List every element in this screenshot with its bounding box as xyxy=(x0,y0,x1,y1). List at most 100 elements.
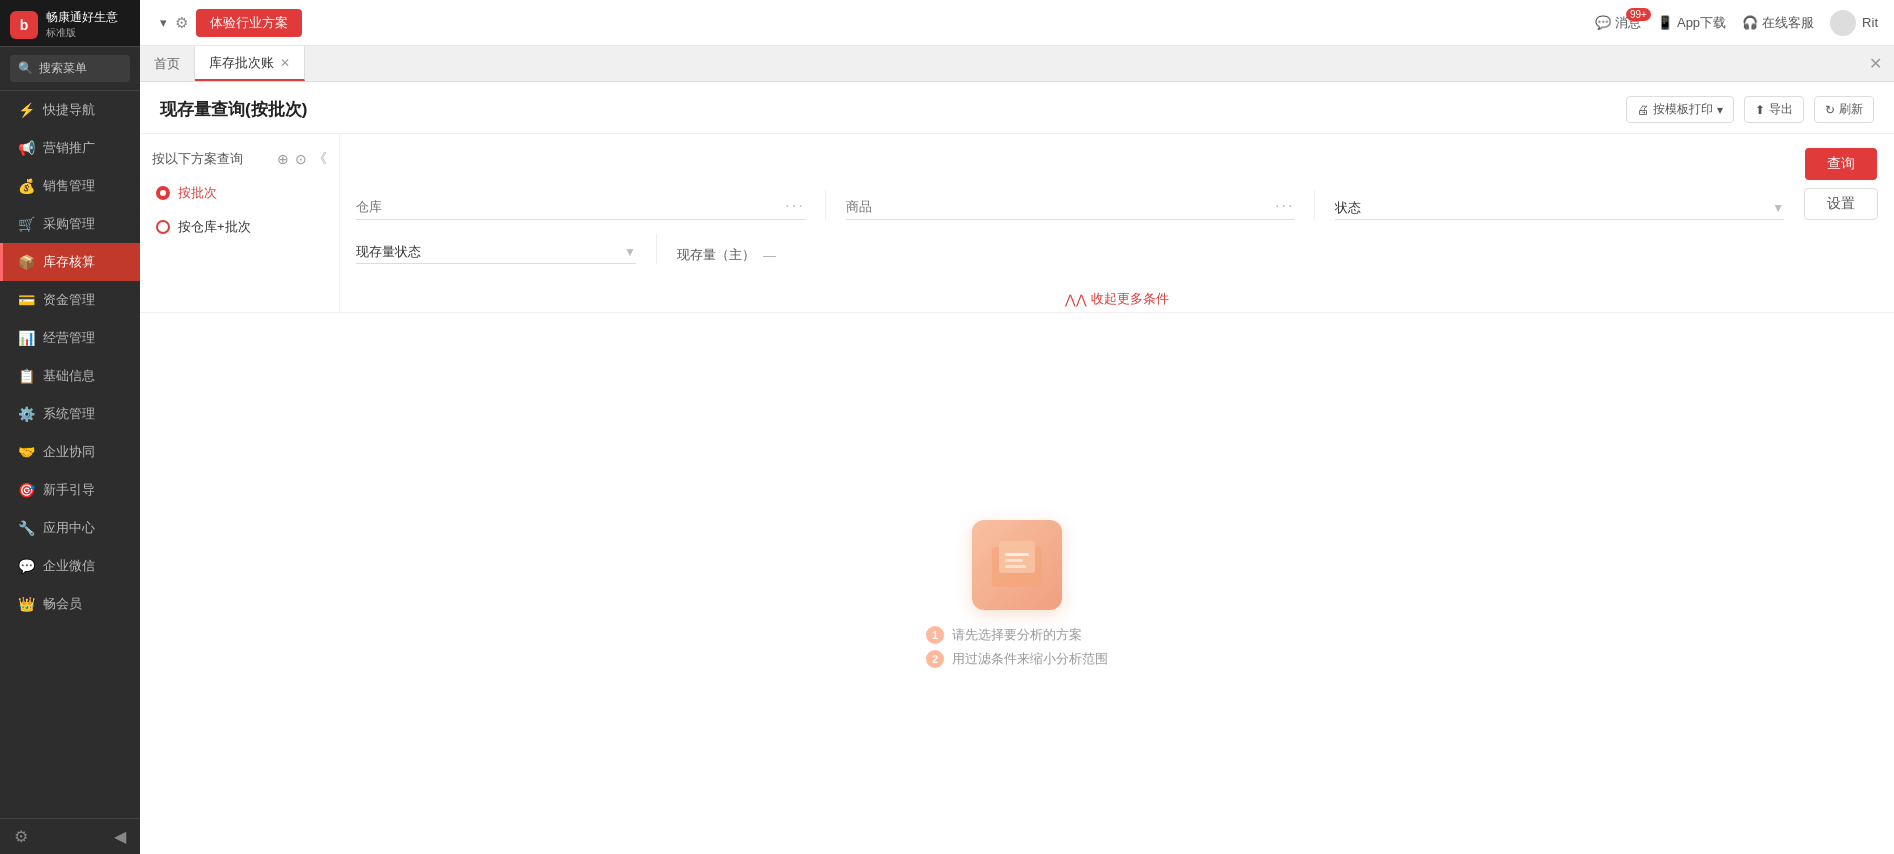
marketing-icon: 📢 xyxy=(17,139,35,157)
tab-home-label: 首页 xyxy=(154,55,180,73)
plan-item-batch[interactable]: 按批次 xyxy=(140,176,339,210)
app-logo: b xyxy=(10,11,38,39)
sidebar-item-marketing[interactable]: 📢 营销推广 xyxy=(0,129,140,167)
sidebar-item-purchase[interactable]: 🛒 采购管理 xyxy=(0,205,140,243)
collapse-plan-icon[interactable]: 《 xyxy=(313,150,327,168)
headset-icon: 🎧 xyxy=(1742,15,1758,30)
sidebar-item-guide[interactable]: 🎯 新手引导 xyxy=(0,471,140,509)
sidebar-item-inventory[interactable]: 📦 库存核算 xyxy=(0,243,140,281)
product-field: ··· xyxy=(846,197,1295,220)
tab-inventory-batch[interactable]: 库存批次账 ✕ xyxy=(195,46,305,81)
sidebar-item-quick-nav[interactable]: ⚡ 快捷导航 xyxy=(0,91,140,129)
sidebar-item-label-marketing: 营销推广 xyxy=(43,139,95,157)
export-label: 导出 xyxy=(1769,101,1793,118)
filter-settings-button[interactable]: 设置 xyxy=(1804,188,1878,220)
settings-plan-icon[interactable]: ⊙ xyxy=(295,151,307,167)
export-button[interactable]: ⬆ 导出 xyxy=(1744,96,1804,123)
close-all-tabs-button[interactable]: ✕ xyxy=(1857,54,1894,73)
product-dots[interactable]: ··· xyxy=(1275,197,1294,215)
messages-badge: 99+ xyxy=(1626,8,1651,21)
avatar xyxy=(1830,10,1856,36)
refresh-icon: ↻ xyxy=(1825,103,1835,117)
hint-num-2: 2 xyxy=(926,650,944,668)
tab-close-icon[interactable]: ✕ xyxy=(280,56,290,70)
sidebar-item-member[interactable]: 👑 畅会员 xyxy=(0,585,140,623)
content-area: 现存量查询(按批次) 🖨 按模板打印 ▾ ⬆ 导出 ↻ 刷新 xyxy=(140,82,1894,854)
warehouse-input-wrap: ··· xyxy=(356,197,805,220)
query-button[interactable]: 查询 xyxy=(1805,148,1877,180)
plan-label-warehouse-batch: 按仓库+批次 xyxy=(178,218,251,236)
guide-icon: 🎯 xyxy=(17,481,35,499)
settings-footer-icon[interactable]: ⚙ xyxy=(14,827,28,846)
plan-dot-inner xyxy=(160,190,166,196)
status-chevron-icon: ▼ xyxy=(1772,201,1784,215)
sidebar-nav: ⚡ 快捷导航 📢 营销推广 💰 销售管理 🛒 采购管理 📦 库存核算 💳 资金管… xyxy=(0,91,140,818)
topbar: ▾ ⚙ 体验行业方案 💬 消息 99+ 📱 App下载 🎧 在线客服 Rit xyxy=(140,0,1894,46)
warehouse-field: ··· xyxy=(356,197,805,220)
sidebar-item-label-guide: 新手引导 xyxy=(43,481,95,499)
tab-inventory-batch-label: 库存批次账 xyxy=(209,54,274,72)
collapse-sidebar-icon[interactable]: ◀ xyxy=(114,827,126,846)
filter-sidebar: 按以下方案查询 ⊕ ⊙ 《 按批次 xyxy=(140,134,340,312)
collapse-up-icon: ⋀⋀ xyxy=(1065,292,1087,307)
messages-icon: 💬 xyxy=(1595,15,1611,30)
empty-hints: 1 请先选择要分析的方案 2 用过滤条件来缩小分析范围 xyxy=(926,626,1108,668)
sidebar-item-wechat[interactable]: 💬 企业微信 xyxy=(0,547,140,585)
sidebar-item-label-purchase: 采购管理 xyxy=(43,215,95,233)
sidebar-item-operations[interactable]: 📊 经营管理 xyxy=(0,319,140,357)
refresh-button[interactable]: ↻ 刷新 xyxy=(1814,96,1874,123)
sidebar-item-basics[interactable]: 📋 基础信息 xyxy=(0,357,140,395)
stock-status-select[interactable]: 现存量状态 xyxy=(356,244,624,259)
sidebar-item-sales[interactable]: 💰 销售管理 xyxy=(0,167,140,205)
sidebar-item-apps[interactable]: 🔧 应用中心 xyxy=(0,509,140,547)
topbar-dropdown[interactable]: ▾ xyxy=(156,15,167,30)
enterprise-icon: 🤝 xyxy=(17,443,35,461)
warehouse-input[interactable] xyxy=(356,199,779,214)
sidebar-item-label-system: 系统管理 xyxy=(43,405,95,423)
sidebar-item-label-inventory: 库存核算 xyxy=(43,253,95,271)
user-menu[interactable]: Rit xyxy=(1830,10,1878,36)
svg-rect-1 xyxy=(999,541,1035,573)
app-download-button[interactable]: 📱 App下载 xyxy=(1657,14,1726,32)
add-plan-icon[interactable]: ⊕ xyxy=(277,151,289,167)
status-select[interactable]: 状态 xyxy=(1335,200,1772,215)
online-service-button[interactable]: 🎧 在线客服 xyxy=(1742,14,1814,32)
sidebar-item-label-sales: 销售管理 xyxy=(43,177,95,195)
topbar-gear-icon[interactable]: ⚙ xyxy=(175,14,188,32)
basics-icon: 📋 xyxy=(17,367,35,385)
topbar-right: 💬 消息 99+ 📱 App下载 🎧 在线客服 Rit xyxy=(1595,10,1878,36)
dropdown-chevron-icon: ▾ xyxy=(160,15,167,30)
print-button[interactable]: 🖨 按模板打印 ▾ xyxy=(1626,96,1734,123)
stock-amount-label: 现存量（主） xyxy=(677,246,755,264)
sidebar-item-finance[interactable]: 💳 资金管理 xyxy=(0,281,140,319)
system-icon: ⚙️ xyxy=(17,405,35,423)
tab-home[interactable]: 首页 xyxy=(140,46,195,81)
plan-item-warehouse-batch[interactable]: 按仓库+批次 xyxy=(140,210,339,244)
plan-dot-batch xyxy=(156,186,170,200)
sidebar-item-label-quick-nav: 快捷导航 xyxy=(43,101,95,119)
stock-status-field: 现存量状态 ▼ xyxy=(356,244,636,264)
tabbar: 首页 库存批次账 ✕ ✕ xyxy=(140,46,1894,82)
sidebar-item-label-finance: 资金管理 xyxy=(43,291,95,309)
page-title: 现存量查询(按批次) xyxy=(160,98,307,121)
user-name: Rit xyxy=(1862,15,1878,30)
messages-button[interactable]: 💬 消息 99+ xyxy=(1595,14,1641,32)
sidebar-item-enterprise[interactable]: 🤝 企业协同 xyxy=(0,433,140,471)
collapse-filters-button[interactable]: ⋀⋀ 收起更多条件 xyxy=(356,286,1878,312)
sidebar-search-button[interactable]: 🔍 搜索菜单 xyxy=(10,55,130,82)
product-input[interactable] xyxy=(846,199,1269,214)
experience-button[interactable]: 体验行业方案 xyxy=(196,9,302,37)
sidebar-header: b 畅康通好生意 标准版 xyxy=(0,0,140,47)
stock-status-chevron-icon: ▼ xyxy=(624,245,636,259)
search-label: 搜索菜单 xyxy=(39,60,87,77)
warehouse-dots[interactable]: ··· xyxy=(785,197,804,215)
stock-status-select-wrap: 现存量状态 ▼ xyxy=(356,244,636,264)
inventory-icon: 📦 xyxy=(17,253,35,271)
sidebar-search-wrap: 🔍 搜索菜单 xyxy=(0,47,140,91)
search-icon: 🔍 xyxy=(18,61,33,75)
print-label: 按模板打印 xyxy=(1653,101,1713,118)
print-chevron-icon: ▾ xyxy=(1717,103,1723,117)
sidebar-item-system[interactable]: ⚙️ 系统管理 xyxy=(0,395,140,433)
app-download-label: App下载 xyxy=(1677,14,1726,32)
app-title-wrap: 畅康通好生意 标准版 xyxy=(46,10,118,40)
